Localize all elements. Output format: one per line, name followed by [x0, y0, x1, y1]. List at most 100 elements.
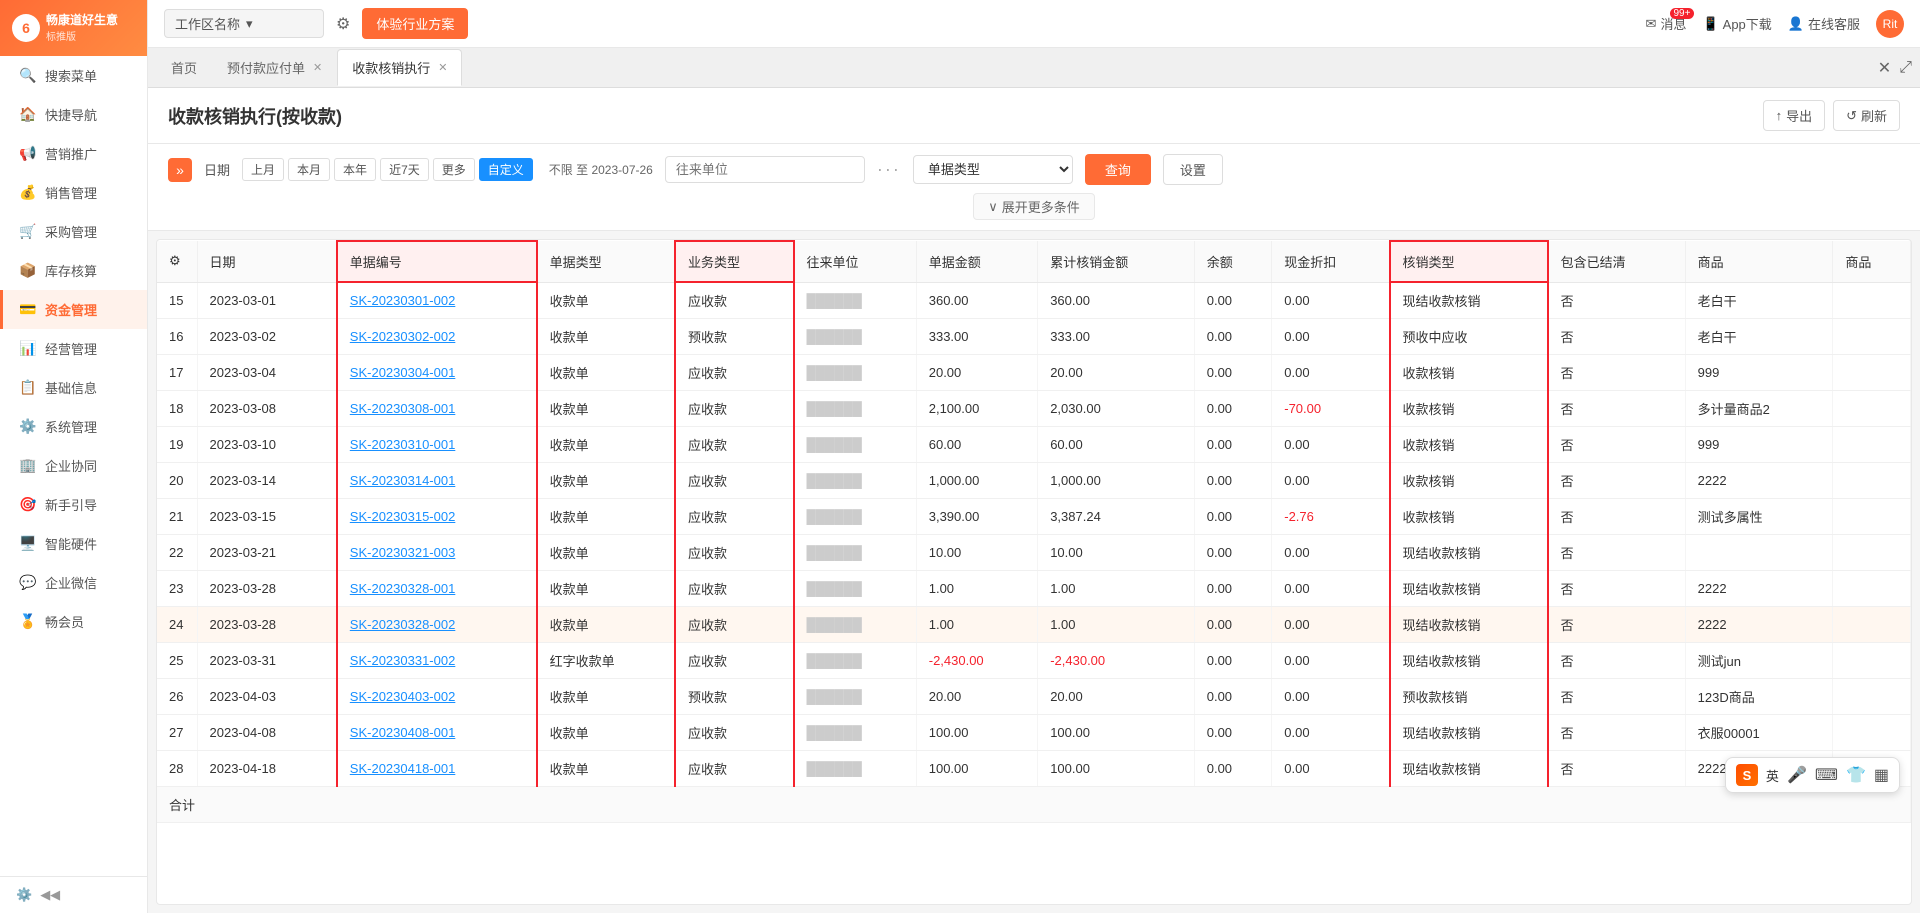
table-row[interactable]: 272023-04-08SK-20230408-001收款单应收款██████1…: [157, 715, 1911, 751]
solution-button[interactable]: 体验行业方案: [362, 8, 468, 39]
table-row[interactable]: 252023-03-31SK-20230331-002红字收款单应收款█████…: [157, 643, 1911, 679]
table-cell[interactable]: SK-20230331-002: [337, 643, 537, 679]
maximize-button[interactable]: ⤢: [1899, 59, 1912, 77]
ime-grid-icon[interactable]: ▦: [1874, 765, 1889, 785]
messages-button[interactable]: ✉ 消息 99+: [1646, 14, 1687, 33]
table-cell[interactable]: SK-20230308-001: [337, 391, 537, 427]
table-row[interactable]: 152023-03-01SK-20230301-002收款单应收款██████3…: [157, 282, 1911, 319]
custom-date-button[interactable]: 自定义: [479, 158, 533, 181]
tab-collection[interactable]: 收款核销执行 ✕: [337, 49, 462, 86]
user-avatar[interactable]: Rit: [1876, 10, 1904, 38]
ime-keyboard-icon[interactable]: ⌨: [1815, 765, 1838, 785]
col-balance-header[interactable]: 余额: [1194, 241, 1272, 282]
sidebar-item-shortcut[interactable]: 🏠 快捷导航: [0, 95, 147, 134]
settings-icon[interactable]: ⚙: [336, 14, 350, 34]
close-all-tabs-button[interactable]: ✕: [1878, 58, 1891, 78]
table-row[interactable]: 282023-04-18SK-20230418-001收款单应收款██████1…: [157, 751, 1911, 787]
table-cell: 否: [1548, 643, 1686, 679]
sidebar-item-finance[interactable]: 💳 资金管理: [0, 290, 147, 329]
ime-mic-icon[interactable]: 🎤: [1787, 765, 1807, 785]
last-month-button[interactable]: 上月: [242, 158, 284, 181]
refresh-button[interactable]: ↺ 刷新: [1833, 100, 1900, 131]
voucher-type-select[interactable]: 单据类型 收款单 红字收款单: [913, 155, 1073, 184]
partner-input[interactable]: [665, 156, 865, 183]
table-cell[interactable]: SK-20230328-002: [337, 607, 537, 643]
col-biz-type-header[interactable]: 业务类型: [675, 241, 794, 282]
tab-home[interactable]: 首页: [156, 49, 212, 86]
sidebar-item-sales[interactable]: 💰 销售管理: [0, 173, 147, 212]
col-cash-discount-header[interactable]: 现金折扣: [1272, 241, 1390, 282]
filter-settings-button[interactable]: 设置: [1163, 154, 1223, 185]
table-cell: 老白干: [1685, 319, 1833, 355]
table-cell[interactable]: SK-20230418-001: [337, 751, 537, 787]
col-voucher-type-header[interactable]: 单据类型: [537, 241, 675, 282]
tab-collection-close[interactable]: ✕: [438, 61, 447, 74]
table-cell: 收款单: [537, 282, 675, 319]
table-row[interactable]: 222023-03-21SK-20230321-003收款单应收款██████1…: [157, 535, 1911, 571]
sidebar-item-system[interactable]: ⚙️ 系统管理: [0, 407, 147, 446]
sidebar-item-label: 采购管理: [45, 222, 97, 241]
table-cell[interactable]: SK-20230321-003: [337, 535, 537, 571]
col-settings-header[interactable]: ⚙: [157, 241, 197, 282]
table-cell[interactable]: SK-20230403-002: [337, 679, 537, 715]
sidebar-item-purchase[interactable]: 🛒 采购管理: [0, 212, 147, 251]
table-cell[interactable]: SK-20230315-002: [337, 499, 537, 535]
export-button[interactable]: ↑ 导出: [1763, 100, 1826, 131]
table-cell[interactable]: SK-20230302-002: [337, 319, 537, 355]
sidebar-item-inventory[interactable]: 📦 库存核算: [0, 251, 147, 290]
table-row[interactable]: 192023-03-10SK-20230310-001收款单应收款██████6…: [157, 427, 1911, 463]
col-amount-header[interactable]: 单据金额: [916, 241, 1037, 282]
tab-prepay-close[interactable]: ✕: [313, 61, 322, 74]
table-cell[interactable]: SK-20230314-001: [337, 463, 537, 499]
ime-shirt-icon[interactable]: 👕: [1846, 765, 1866, 785]
col-partner-header[interactable]: 往来单位: [794, 241, 917, 282]
sidebar-item-guide[interactable]: 🎯 新手引导: [0, 485, 147, 524]
app-download-button[interactable]: 📱 App下载: [1702, 14, 1771, 33]
col-cumulative-header[interactable]: 累计核销金额: [1038, 241, 1195, 282]
this-year-button[interactable]: 本年: [334, 158, 376, 181]
table-cell: 1.00: [1038, 571, 1195, 607]
sidebar-menu: 🔍 搜索菜单 🏠 快捷导航 📢 营销推广 💰 销售管理 🛒 采购管理 📦 库存核…: [0, 56, 147, 876]
sidebar-item-wechat[interactable]: 💬 企业微信: [0, 563, 147, 602]
table-row[interactable]: 162023-03-02SK-20230302-002收款单预收款██████3…: [157, 319, 1911, 355]
sidebar-item-hardware[interactable]: 🖥️ 智能硬件: [0, 524, 147, 563]
table-cell: 2023-04-03: [197, 679, 337, 715]
table-row[interactable]: 172023-03-04SK-20230304-001收款单应收款██████2…: [157, 355, 1911, 391]
sidebar-item-basic[interactable]: 📋 基础信息: [0, 368, 147, 407]
sidebar-item-search[interactable]: 🔍 搜索菜单: [0, 56, 147, 95]
table-cell[interactable]: SK-20230408-001: [337, 715, 537, 751]
settings-gear-icon[interactable]: ⚙️: [16, 887, 32, 903]
col-goods-header[interactable]: 商品: [1685, 241, 1833, 282]
table-row[interactable]: 262023-04-03SK-20230403-002收款单预收款██████2…: [157, 679, 1911, 715]
collapse-icon[interactable]: ◀◀: [40, 887, 60, 903]
col-write-off-type-header[interactable]: 核销类型: [1390, 241, 1548, 282]
col-include-settled-header[interactable]: 包含已结清: [1548, 241, 1686, 282]
sidebar-bottom[interactable]: ⚙️ ◀◀: [0, 876, 147, 913]
sidebar-item-member[interactable]: 🏅 畅会员: [0, 602, 147, 641]
sidebar-item-marketing[interactable]: 📢 营销推广: [0, 134, 147, 173]
table-cell[interactable]: SK-20230310-001: [337, 427, 537, 463]
table-row[interactable]: 212023-03-15SK-20230315-002收款单应收款██████3…: [157, 499, 1911, 535]
online-service-button[interactable]: 👤 在线客服: [1788, 14, 1860, 33]
sidebar-item-operations[interactable]: 📊 经营管理: [0, 329, 147, 368]
table-row[interactable]: 182023-03-08SK-20230308-001收款单应收款██████2…: [157, 391, 1911, 427]
workspace-selector[interactable]: 工作区名称 ▾: [164, 9, 324, 38]
table-cell: ██████: [794, 535, 917, 571]
col-goods-img-header[interactable]: 商品: [1833, 241, 1911, 282]
expand-more-button[interactable]: ∨ 展开更多条件: [973, 193, 1095, 220]
last-7-days-button[interactable]: 近7天: [380, 158, 429, 181]
table-row[interactable]: 202023-03-14SK-20230314-001收款单应收款██████1…: [157, 463, 1911, 499]
table-row[interactable]: 242023-03-28SK-20230328-002收款单应收款██████1…: [157, 607, 1911, 643]
table-cell[interactable]: SK-20230304-001: [337, 355, 537, 391]
table-cell[interactable]: SK-20230301-002: [337, 282, 537, 319]
col-date-header[interactable]: 日期: [197, 241, 337, 282]
query-button[interactable]: 查询: [1085, 154, 1151, 185]
this-month-button[interactable]: 本月: [288, 158, 330, 181]
more-date-button[interactable]: 更多: [433, 158, 475, 181]
tab-prepay[interactable]: 预付款应付单 ✕: [212, 49, 337, 86]
filter-expand-button[interactable]: »: [168, 158, 192, 182]
table-cell[interactable]: SK-20230328-001: [337, 571, 537, 607]
table-row[interactable]: 232023-03-28SK-20230328-001收款单应收款██████1…: [157, 571, 1911, 607]
col-voucher-no-header[interactable]: 单据编号: [337, 241, 537, 282]
sidebar-item-enterprise[interactable]: 🏢 企业协同: [0, 446, 147, 485]
